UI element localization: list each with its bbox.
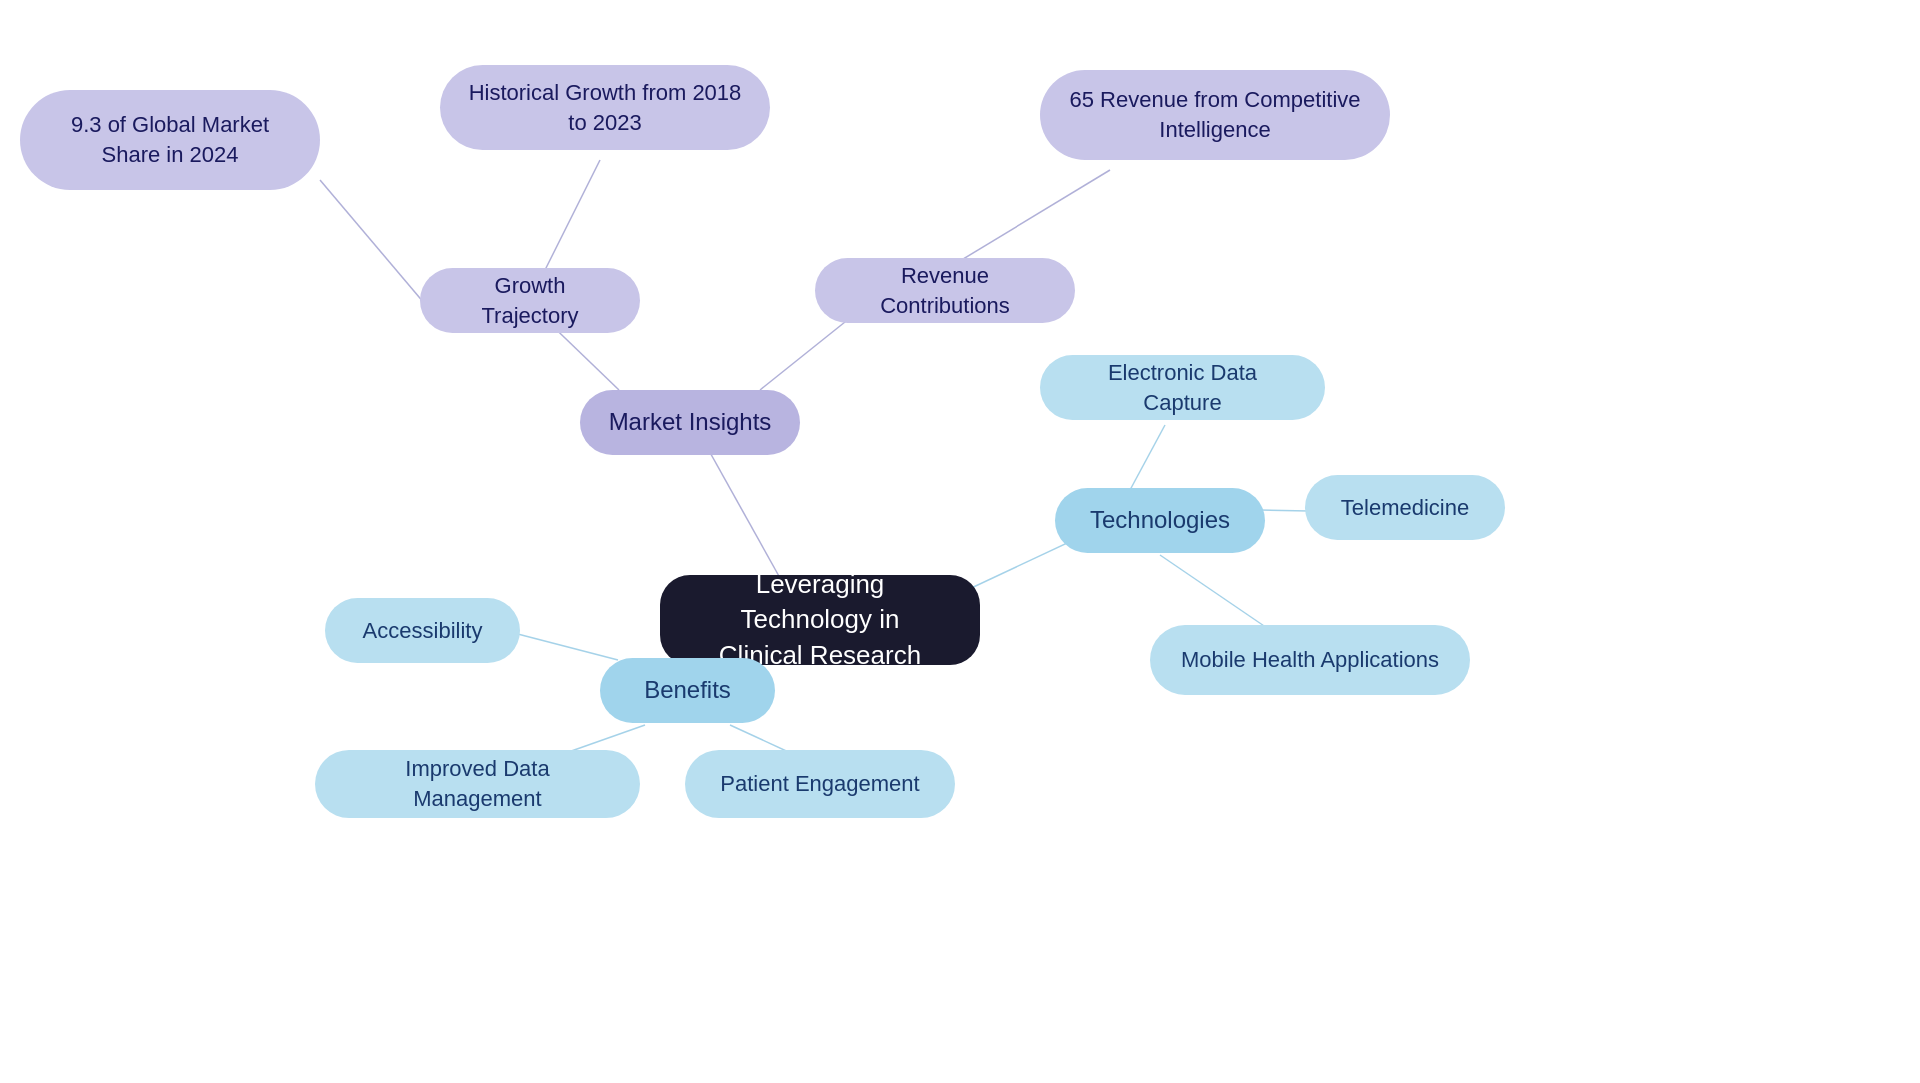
mobile-health-label: Mobile Health Applications [1181,645,1439,675]
benefits-node: Benefits [600,658,775,723]
center-node: Leveraging Technology in Clinical Resear… [660,575,980,665]
historical-growth-node: Historical Growth from 2018 to 2023 [440,65,770,150]
svg-line-6 [320,180,430,310]
technologies-label: Technologies [1090,504,1230,536]
growth-trajectory-node: Growth Trajectory [420,268,640,333]
svg-line-7 [945,170,1110,270]
revenue-contributions-label: Revenue Contributions [843,261,1047,320]
improved-data-management-label: Improved Data Management [343,754,612,813]
revenue-competitive-node: 65 Revenue from Competitive Intelligence [1040,70,1390,160]
accessibility-label: Accessibility [363,616,483,646]
electronic-data-capture-label: Electronic Data Capture [1068,358,1297,417]
electronic-data-capture-node: Electronic Data Capture [1040,355,1325,420]
global-market-share-node: 9.3 of Global Market Share in 2024 [20,90,320,190]
market-insights-label: Market Insights [609,406,772,438]
technologies-node: Technologies [1055,488,1265,553]
telemedicine-node: Telemedicine [1305,475,1505,540]
svg-line-10 [1160,555,1270,630]
center-label: Leveraging Technology in Clinical Resear… [688,567,952,672]
historical-growth-label: Historical Growth from 2018 to 2023 [468,78,742,137]
mobile-health-node: Mobile Health Applications [1150,625,1470,695]
patient-engagement-node: Patient Engagement [685,750,955,818]
benefits-label: Benefits [644,674,731,706]
global-market-share-label: 9.3 of Global Market Share in 2024 [48,110,292,169]
revenue-competitive-label: 65 Revenue from Competitive Intelligence [1068,85,1362,144]
growth-trajectory-label: Growth Trajectory [448,271,612,330]
revenue-contributions-node: Revenue Contributions [815,258,1075,323]
svg-line-5 [540,160,600,280]
market-insights-node: Market Insights [580,390,800,455]
telemedicine-label: Telemedicine [1341,493,1469,523]
accessibility-node: Accessibility [325,598,520,663]
svg-line-8 [1130,425,1165,490]
improved-data-management-node: Improved Data Management [315,750,640,818]
patient-engagement-label: Patient Engagement [720,769,919,799]
svg-line-11 [510,632,618,660]
